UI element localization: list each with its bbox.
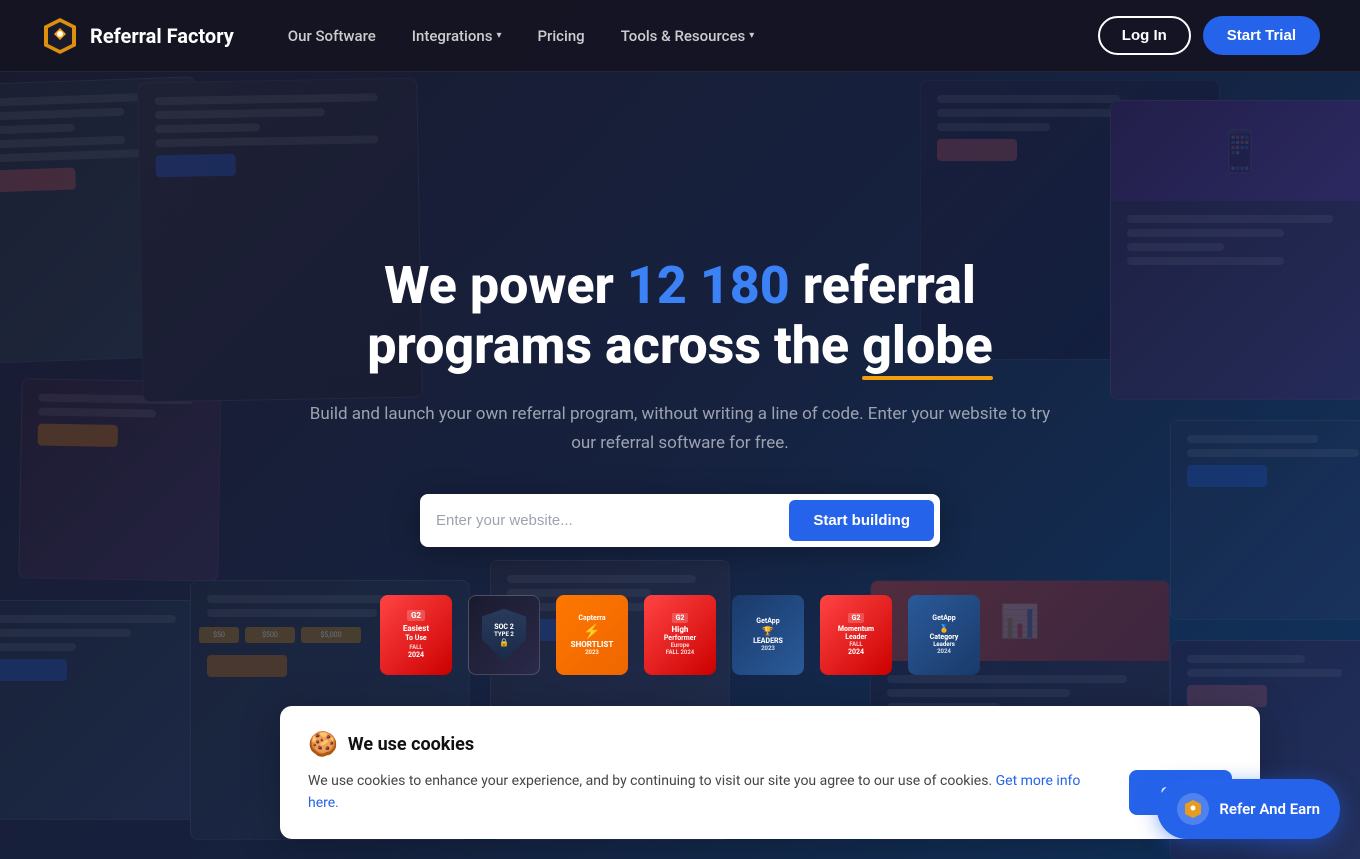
- logo-text: Referral Factory: [90, 24, 234, 48]
- badges-row: G2 Easiest To Use FALL 2024 SOC 2 TYPE 2…: [380, 595, 980, 675]
- cookie-header: 🍪 We use cookies: [308, 730, 1232, 758]
- navbar: Referral Factory Our Software Integratio…: [0, 0, 1360, 72]
- nav-tools-resources[interactable]: Tools & Resources ▾: [607, 19, 769, 53]
- badge-getapp2: GetApp 🏅 Category Leaders 2024: [908, 595, 980, 675]
- navbar-right: Log In Start Trial: [1098, 16, 1320, 55]
- hero-input-row: Start building: [420, 494, 940, 547]
- hero-globe: globe: [862, 316, 993, 376]
- refer-earn-button[interactable]: Refer And Earn: [1157, 779, 1340, 839]
- badge-g2-performer: G2 High Performer Europe FALL 2024: [644, 595, 716, 675]
- cookie-text: We use cookies to enhance your experienc…: [308, 770, 1109, 815]
- badge-momentum: G2 Momentum Leader FALL 2024: [820, 595, 892, 675]
- bg-card-right-2: [1170, 420, 1360, 620]
- badge-g2-easiest: G2 Easiest To Use FALL 2024: [380, 595, 452, 675]
- refer-earn-icon: [1177, 793, 1209, 825]
- cookie-banner: 🍪 We use cookies We use cookies to enhan…: [280, 706, 1260, 839]
- website-input[interactable]: [436, 512, 789, 529]
- logo-icon: [40, 16, 80, 56]
- login-button[interactable]: Log In: [1098, 16, 1191, 55]
- hero-content: We power 12 180 referral programs across…: [280, 256, 1080, 594]
- badge-getapp: GetApp 🏆 LEADERS 2023: [732, 595, 804, 675]
- logo[interactable]: Referral Factory: [40, 16, 234, 56]
- nav-links: Our Software Integrations ▾ Pricing Tool…: [274, 19, 769, 53]
- start-trial-button[interactable]: Start Trial: [1203, 16, 1320, 55]
- badge-capterra: Capterra ⚡ SHORTLIST 2023: [556, 595, 628, 675]
- nav-our-software[interactable]: Our Software: [274, 19, 390, 53]
- hero-number: 12 180: [627, 255, 790, 316]
- cookie-title: We use cookies: [348, 734, 474, 755]
- refer-earn-label: Refer And Earn: [1219, 800, 1320, 818]
- hero-subtitle: Build and launch your own referral progr…: [300, 400, 1060, 458]
- nav-pricing[interactable]: Pricing: [523, 19, 598, 53]
- bg-card-right-1: 📱: [1110, 100, 1360, 400]
- cookie-body: We use cookies to enhance your experienc…: [308, 770, 1232, 815]
- bg-card-left-2: [18, 378, 221, 581]
- cookie-icon: 🍪: [308, 730, 338, 758]
- navbar-left: Referral Factory Our Software Integratio…: [40, 16, 768, 56]
- start-building-button[interactable]: Start building: [789, 500, 934, 541]
- nav-integrations[interactable]: Integrations ▾: [398, 19, 516, 53]
- integrations-chevron-icon: ▾: [496, 30, 501, 41]
- badge-soc2: SOC 2 TYPE 2 🔒: [468, 595, 540, 675]
- bg-card-left-3: [0, 600, 210, 820]
- hero-title: We power 12 180 referral programs across…: [300, 256, 1060, 376]
- tools-chevron-icon: ▾: [749, 30, 754, 41]
